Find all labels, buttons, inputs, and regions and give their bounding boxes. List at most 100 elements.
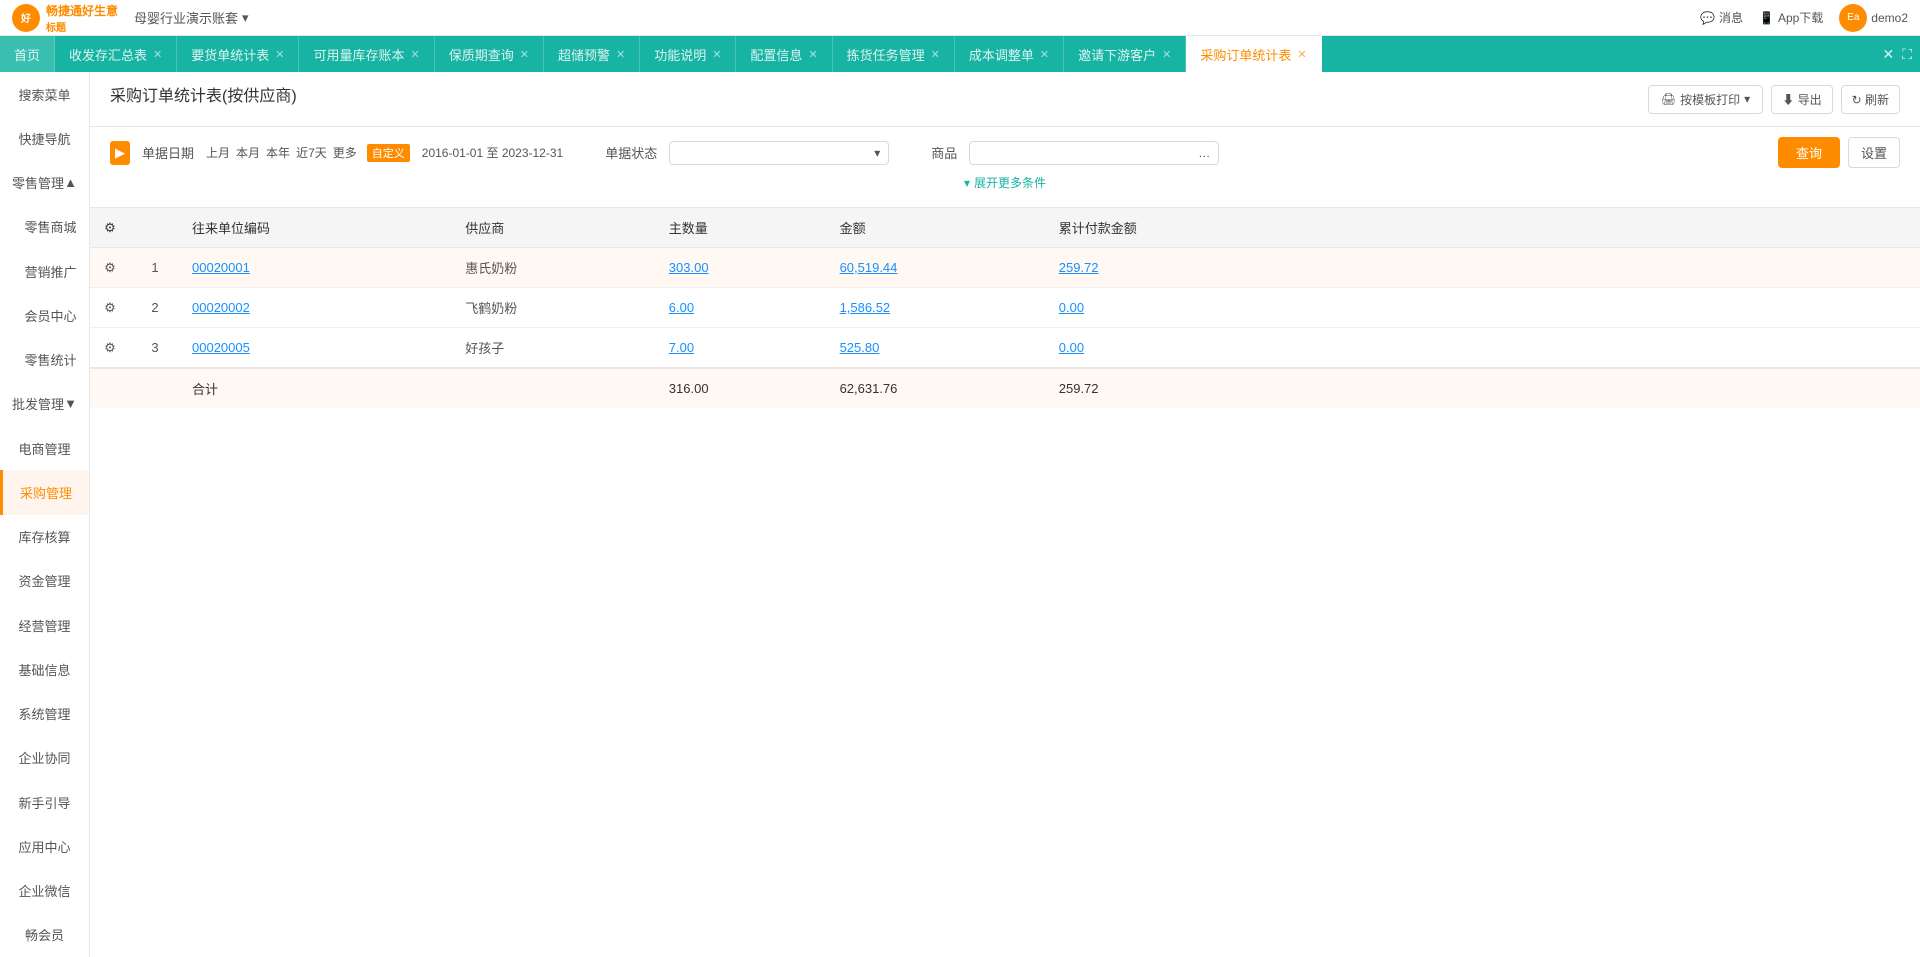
date-tab-this-month[interactable]: 本月 xyxy=(236,144,260,161)
row-settings[interactable]: ⚙ xyxy=(90,248,130,288)
sidebar-item-purchase-mgmt[interactable]: 采购管理 xyxy=(0,470,89,514)
print-btn[interactable]: 🖨 按模板打印 ▾ xyxy=(1648,85,1763,114)
custom-tag: 自定义 xyxy=(367,144,410,162)
close-icon[interactable]: ✕ xyxy=(1040,48,1049,61)
close-icon[interactable]: ✕ xyxy=(275,48,284,61)
export-btn[interactable]: ⬇ 导出 xyxy=(1771,85,1832,114)
tab-overstock-warning[interactable]: 超储预警 ✕ xyxy=(544,36,640,72)
sidebar-item-retail-stats[interactable]: 零售统计 xyxy=(0,338,89,382)
refresh-btn[interactable]: ↻ 刷新 xyxy=(1841,85,1900,114)
row-code[interactable]: 00020002 xyxy=(180,288,453,328)
col-settings[interactable]: ⚙ xyxy=(90,208,130,248)
footer-total-amount: 62,631.76 xyxy=(828,368,1047,408)
sidebar-item-retail-mall[interactable]: 零售商城 xyxy=(0,205,89,249)
table-row: ⚙ 3 00020005 好孩子 7.00 525.80 0.00 xyxy=(90,328,1920,369)
filter-toggle-btn[interactable]: ▶ xyxy=(110,141,130,165)
row-settings[interactable]: ⚙ xyxy=(90,288,130,328)
table-row: ⚙ 2 00020002 飞鹤奶粉 6.00 1,586.52 0.00 xyxy=(90,288,1920,328)
sidebar-item-member-center[interactable]: 会员中心 xyxy=(0,293,89,337)
row-supplier: 好孩子 xyxy=(453,328,657,369)
sidebar-item-enterprise-wechat[interactable]: 企业微信 xyxy=(0,869,89,913)
row-paid[interactable]: 0.00 xyxy=(1047,328,1320,369)
tab-invite-downstream[interactable]: 邀请下游客户 ✕ xyxy=(1064,36,1186,72)
sidebar-item-app-center[interactable]: 应用中心 xyxy=(0,824,89,868)
goods-input[interactable]: … xyxy=(969,141,1219,165)
date-tab-7days[interactable]: 近7天 xyxy=(296,144,327,161)
footer-empty-3 xyxy=(453,368,657,408)
close-icon[interactable]: ✕ xyxy=(411,48,420,61)
top-bar-left: 好 畅捷通好生意 标题 母婴行业演示账套 ▾ xyxy=(12,2,257,34)
printer-icon: 🖨 xyxy=(1661,92,1676,106)
user-profile[interactable]: Ea demo2 xyxy=(1839,4,1908,32)
tab-available-stock[interactable]: 可用量库存账本 ✕ xyxy=(299,36,434,72)
sidebar-item-finance-mgmt[interactable]: 资金管理 xyxy=(0,559,89,603)
status-select[interactable]: ▾ xyxy=(669,141,889,165)
setting-btn[interactable]: 设置 xyxy=(1848,137,1900,168)
sidebar-item-new-guide[interactable]: 新手引导 xyxy=(0,780,89,824)
close-icon[interactable]: ✕ xyxy=(1162,48,1171,61)
row-code[interactable]: 00020001 xyxy=(180,248,453,288)
sidebar-item-retail-mgmt[interactable]: 零售管理 ▲ xyxy=(0,161,89,205)
sidebar-item-system-mgmt[interactable]: 系统管理 xyxy=(0,692,89,736)
footer-empty-2 xyxy=(130,368,180,408)
tab-pick-task[interactable]: 拣货任务管理 ✕ xyxy=(833,36,955,72)
sidebar-item-ecommerce-mgmt[interactable]: 电商管理 xyxy=(0,426,89,470)
close-icon[interactable]: ✕ xyxy=(520,48,529,61)
tab-purchase-order-summary[interactable]: 采购订单统计表 ✕ xyxy=(1186,36,1321,72)
tab-receive-summary[interactable]: 收发存汇总表 ✕ xyxy=(55,36,177,72)
row-qty[interactable]: 7.00 xyxy=(657,328,828,369)
close-icon[interactable]: ✕ xyxy=(808,48,817,61)
page-title: 采购订单统计表(按供应商) xyxy=(110,82,297,106)
chevron-down-icon: ▾ xyxy=(242,10,249,26)
close-icon[interactable]: ✕ xyxy=(153,48,162,61)
sidebar-item-operations-mgmt[interactable]: 经营管理 xyxy=(0,603,89,647)
app-download-btn[interactable]: 📱 App下载 xyxy=(1759,9,1823,26)
sidebar-item-inventory-check[interactable]: 库存核算 xyxy=(0,515,89,559)
tab-function-desc[interactable]: 功能说明 ✕ xyxy=(640,36,736,72)
sidebar-item-enterprise-coop[interactable]: 企业协同 xyxy=(0,736,89,780)
message-btn[interactable]: 💬 消息 xyxy=(1700,9,1743,26)
filter-row-1: ▶ 单据日期 上月 本月 本年 近7天 更多 自定义 2016-01-01 至 … xyxy=(110,137,1900,168)
search-btn[interactable]: 查询 xyxy=(1778,137,1840,168)
close-icon[interactable]: ✕ xyxy=(1297,48,1306,61)
row-paid[interactable]: 259.72 xyxy=(1047,248,1320,288)
sidebar-item-vip-member[interactable]: 畅会员 xyxy=(0,913,89,957)
row-qty[interactable]: 303.00 xyxy=(657,248,828,288)
tab-expiry-query[interactable]: 保质期查询 ✕ xyxy=(435,36,544,72)
date-range-display: 2016-01-01 至 2023-12-31 xyxy=(422,144,563,161)
row-paid[interactable]: 0.00 xyxy=(1047,288,1320,328)
expand-more-btn[interactable]: ▾ 展开更多条件 xyxy=(110,168,1900,197)
workspace-selector[interactable]: 母婴行业演示账套 ▾ xyxy=(126,8,257,27)
row-qty[interactable]: 6.00 xyxy=(657,288,828,328)
sidebar-item-basic-info[interactable]: 基础信息 xyxy=(0,647,89,691)
close-all-tabs-btn[interactable]: ✕ xyxy=(1882,46,1894,63)
date-tab-this-year[interactable]: 本年 xyxy=(266,144,290,161)
filter-date-tabs: 上月 本月 本年 近7天 更多 自定义 xyxy=(206,144,410,162)
row-code[interactable]: 00020005 xyxy=(180,328,453,369)
fullscreen-btn[interactable]: ⛶ xyxy=(1902,46,1912,63)
tab-config-info[interactable]: 配置信息 ✕ xyxy=(736,36,832,72)
tab-home[interactable]: 首页 xyxy=(0,36,55,72)
date-label: 单据日期 xyxy=(142,143,194,162)
row-settings[interactable]: ⚙ xyxy=(90,328,130,369)
sidebar-item-marketing[interactable]: 营销推广 xyxy=(0,249,89,293)
row-amount[interactable]: 1,586.52 xyxy=(828,288,1047,328)
logo-icon: 好 xyxy=(12,4,40,32)
tab-requisition-summary[interactable]: 要货单统计表 ✕ xyxy=(177,36,299,72)
avatar: Ea xyxy=(1839,4,1867,32)
refresh-icon: ↻ xyxy=(1852,93,1862,107)
tab-cost-adjust[interactable]: 成本调整单 ✕ xyxy=(955,36,1064,72)
close-icon[interactable]: ✕ xyxy=(931,48,940,61)
row-amount[interactable]: 60,519.44 xyxy=(828,248,1047,288)
col-paid-amount: 累计付款金额 xyxy=(1047,208,1320,248)
close-icon[interactable]: ✕ xyxy=(712,48,721,61)
sidebar-item-search[interactable]: 搜索菜单 xyxy=(0,72,89,116)
date-tab-last-month[interactable]: 上月 xyxy=(206,144,230,161)
date-tab-more[interactable]: 更多 xyxy=(333,144,357,161)
sidebar-item-wholesale-mgmt[interactable]: 批发管理 ▼ xyxy=(0,382,89,426)
message-icon: 💬 xyxy=(1700,11,1715,25)
close-icon[interactable]: ✕ xyxy=(616,48,625,61)
row-amount[interactable]: 525.80 xyxy=(828,328,1047,369)
phone-icon: 📱 xyxy=(1759,11,1774,25)
sidebar-item-quick-nav[interactable]: 快捷导航 xyxy=(0,116,89,160)
